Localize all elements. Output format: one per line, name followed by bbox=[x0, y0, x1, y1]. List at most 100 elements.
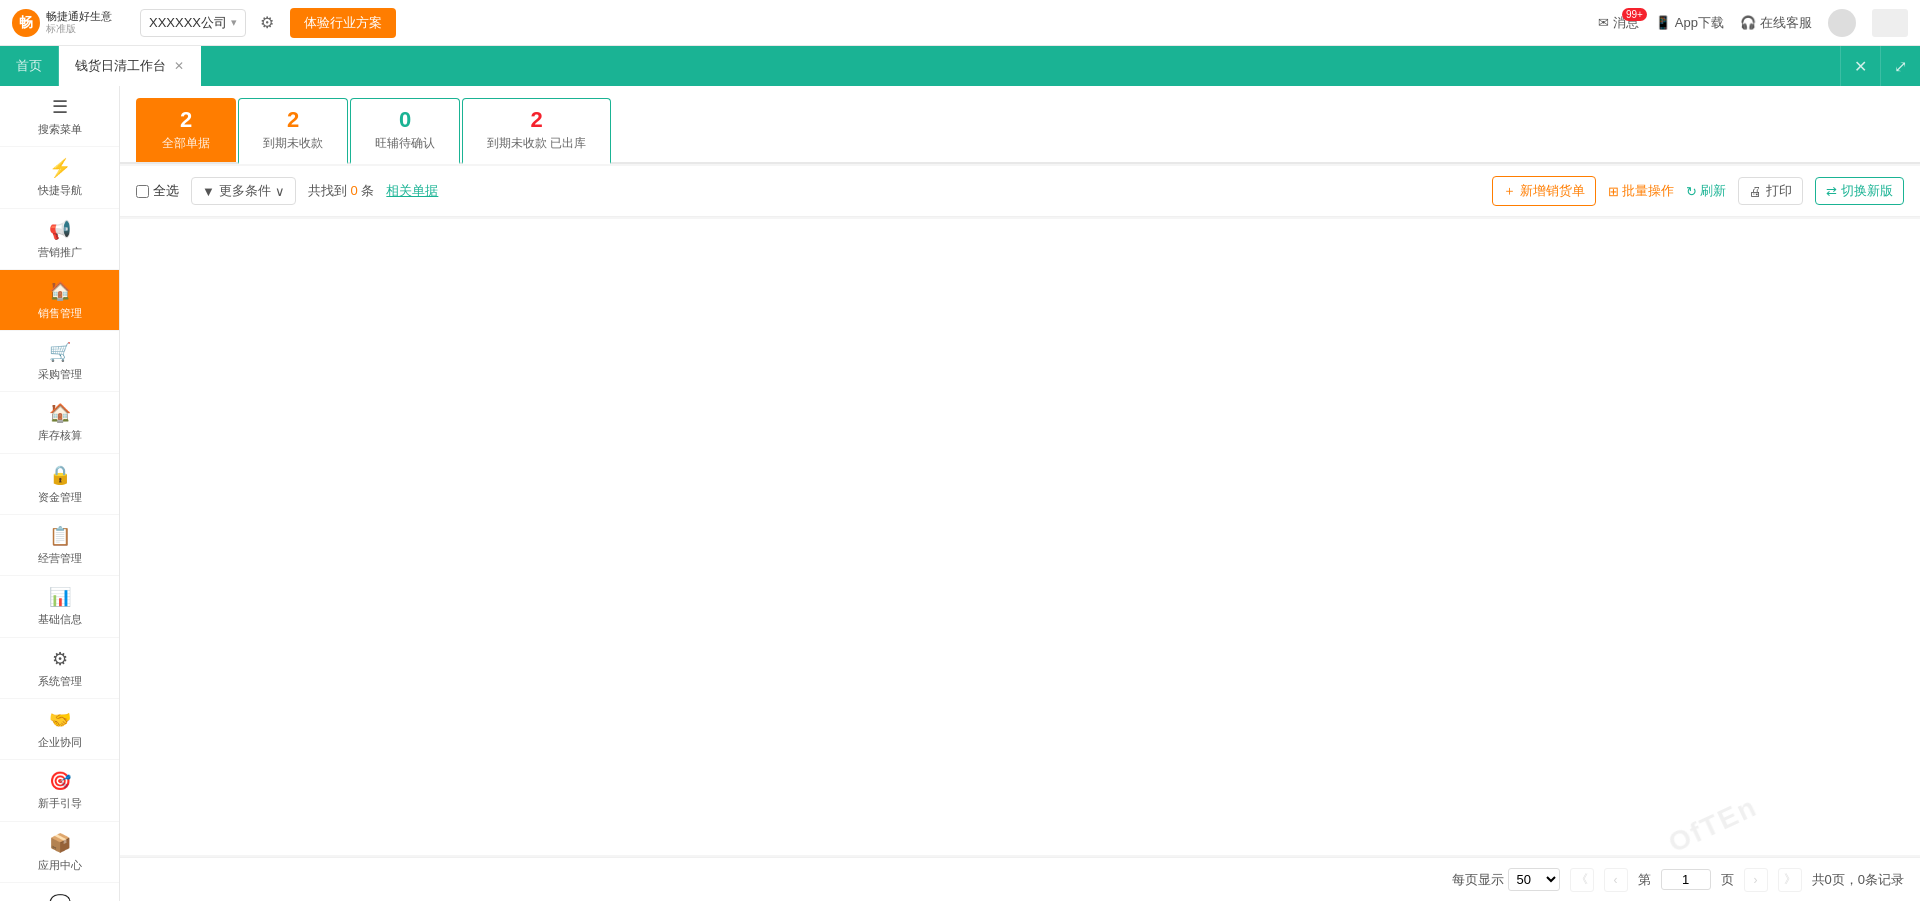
filter-label: 更多条件 bbox=[219, 182, 271, 200]
sidebar: ☰ 搜索菜单 ⚡ 快捷导航 📢 营销推广 🏠 销售管理 🛒 采购管理 🏠 库存核… bbox=[0, 86, 120, 901]
company-name: XXXXXX公司 bbox=[149, 14, 227, 32]
batch-label: 批量操作 bbox=[1622, 182, 1674, 200]
filter-icon: ▼ bbox=[202, 184, 215, 199]
download-icon: 📱 bbox=[1655, 15, 1671, 30]
stat-tab-all[interactable]: 2 全部单据 bbox=[136, 98, 236, 162]
tab-home[interactable]: 首页 bbox=[0, 46, 59, 86]
tab-home-label: 首页 bbox=[16, 57, 42, 75]
refresh-icon: ↻ bbox=[1686, 184, 1697, 199]
user-menu[interactable] bbox=[1872, 9, 1908, 37]
per-page-select[interactable]: 10 20 50 100 bbox=[1508, 868, 1560, 891]
tab-controls: ✕ ⤢ bbox=[1840, 46, 1920, 86]
app-download-label: App下载 bbox=[1675, 14, 1724, 32]
messages-button[interactable]: ✉ 消息 99+ bbox=[1598, 14, 1639, 32]
sidebar-item-operations[interactable]: 📋 经营管理 bbox=[0, 515, 119, 576]
stat-tab-wangpu[interactable]: 0 旺辅待确认 bbox=[350, 98, 460, 164]
sidebar-item-sales[interactable]: 🏠 销售管理 bbox=[0, 270, 119, 331]
inventory-icon: 🏠 bbox=[49, 402, 71, 424]
sidebar-item-enterprise[interactable]: 🤝 企业协同 bbox=[0, 699, 119, 760]
new-guide-icon: 🎯 bbox=[49, 770, 71, 792]
batch-operations-button[interactable]: ⊞ 批量操作 bbox=[1608, 182, 1674, 200]
select-all-input[interactable] bbox=[136, 185, 149, 198]
chevron-down-icon: ▾ bbox=[231, 16, 237, 29]
sidebar-item-new-guide[interactable]: 🎯 新手引导 bbox=[0, 760, 119, 821]
sidebar-item-finance[interactable]: 🔒 资金管理 bbox=[0, 454, 119, 515]
basic-info-icon: 📊 bbox=[49, 586, 71, 608]
experience-button[interactable]: 体验行业方案 bbox=[290, 8, 396, 38]
sidebar-item-inventory[interactable]: 🏠 库存核算 bbox=[0, 392, 119, 453]
stat-wangpu-count: 0 bbox=[399, 107, 411, 133]
table-area bbox=[120, 219, 1920, 855]
sidebar-app-center-label: 应用中心 bbox=[38, 858, 82, 872]
sidebar-sales-label: 销售管理 bbox=[38, 306, 82, 320]
online-service-button[interactable]: 🎧 在线客服 bbox=[1740, 14, 1812, 32]
filter-button[interactable]: ▼ 更多条件 ∨ bbox=[191, 177, 296, 205]
wechat-icon: 💬 bbox=[49, 893, 71, 901]
add-label: 新增销货单 bbox=[1520, 182, 1585, 200]
sidebar-purchase-label: 采购管理 bbox=[38, 367, 82, 381]
sidebar-item-system[interactable]: ⚙ 系统管理 bbox=[0, 638, 119, 699]
stat-shipped-count: 2 bbox=[531, 107, 543, 133]
toolbar: 全选 ▼ 更多条件 ∨ 共找到 0 条 相关单据 ＋ 新增销货单 bbox=[120, 166, 1920, 217]
stat-tab-overdue[interactable]: 2 到期未收款 bbox=[238, 98, 348, 164]
tab-close-window-icon[interactable]: ✕ bbox=[1840, 46, 1880, 86]
tab-expand-icon[interactable]: ⤢ bbox=[1880, 46, 1920, 86]
top-header: 畅 畅捷通好生意 标准版 XXXXXX公司 ▾ ⚙ 体验行业方案 ✉ 消息 99… bbox=[0, 0, 1920, 46]
sidebar-item-basic-info[interactable]: 📊 基础信息 bbox=[0, 576, 119, 637]
logo-text: 畅捷通好生意 标准版 bbox=[46, 10, 112, 35]
app-center-icon: 📦 bbox=[49, 832, 71, 854]
sidebar-marketing-label: 营销推广 bbox=[38, 245, 82, 259]
first-page-button[interactable]: 《 bbox=[1570, 868, 1594, 892]
toolbar-left: 全选 ▼ 更多条件 ∨ 共找到 0 条 相关单据 bbox=[136, 177, 1480, 205]
related-docs-link[interactable]: 相关单据 bbox=[386, 182, 438, 200]
pagination-bar: 每页显示 10 20 50 100 《 ‹ 第 页 › 》 共0页，0条记录 bbox=[120, 857, 1920, 901]
sidebar-item-marketing[interactable]: 📢 营销推广 bbox=[0, 209, 119, 270]
search-menu-icon: ☰ bbox=[52, 96, 68, 118]
finance-icon: 🔒 bbox=[49, 464, 71, 486]
sidebar-item-app-center[interactable]: 📦 应用中心 bbox=[0, 822, 119, 883]
company-selector[interactable]: XXXXXX公司 ▾ bbox=[140, 9, 246, 37]
online-service-label: 在线客服 bbox=[1760, 14, 1812, 32]
stat-shipped-label: 到期未收款 已出库 bbox=[487, 135, 586, 152]
page-number-input[interactable] bbox=[1661, 869, 1711, 890]
sidebar-item-wechat[interactable]: 💬 企业微信 bbox=[0, 883, 119, 901]
stats-tabs: 2 全部单据 2 到期未收款 0 旺辅待确认 2 到期未收款 已出库 bbox=[120, 86, 1920, 164]
refresh-button[interactable]: ↻ 刷新 bbox=[1686, 182, 1726, 200]
purchase-icon: 🛒 bbox=[49, 341, 71, 363]
found-unit: 条 bbox=[361, 183, 374, 198]
quick-nav-icon: ⚡ bbox=[49, 157, 71, 179]
app-download-button[interactable]: 📱 App下载 bbox=[1655, 14, 1724, 32]
avatar[interactable] bbox=[1828, 9, 1856, 37]
settings-icon[interactable]: ⚙ bbox=[252, 8, 282, 38]
print-button[interactable]: 🖨 打印 bbox=[1738, 177, 1803, 205]
sidebar-item-purchase[interactable]: 🛒 采购管理 bbox=[0, 331, 119, 392]
sidebar-item-search[interactable]: ☰ 搜索菜单 bbox=[0, 86, 119, 147]
sidebar-new-guide-label: 新手引导 bbox=[38, 796, 82, 810]
message-icon: ✉ bbox=[1598, 15, 1609, 30]
switch-label: 切换新版 bbox=[1841, 182, 1893, 200]
tab-close-icon[interactable]: ✕ bbox=[174, 59, 184, 73]
add-sales-order-button[interactable]: ＋ 新增销货单 bbox=[1492, 176, 1596, 206]
switch-icon: ⇄ bbox=[1826, 184, 1837, 199]
system-icon: ⚙ bbox=[52, 648, 68, 670]
batch-icon: ⊞ bbox=[1608, 184, 1619, 199]
last-page-button[interactable]: 》 bbox=[1778, 868, 1802, 892]
service-icon: 🎧 bbox=[1740, 15, 1756, 30]
stat-tab-shipped[interactable]: 2 到期未收款 已出库 bbox=[462, 98, 611, 164]
total-label: 共0页，0条记录 bbox=[1812, 871, 1904, 889]
header-right: ✉ 消息 99+ 📱 App下载 🎧 在线客服 bbox=[1598, 9, 1908, 37]
found-prefix: 共找到 bbox=[308, 183, 347, 198]
add-icon: ＋ bbox=[1503, 182, 1516, 200]
next-page-button[interactable]: › bbox=[1744, 868, 1768, 892]
sidebar-finance-label: 资金管理 bbox=[38, 490, 82, 504]
tab-workbench[interactable]: 钱货日清工作台 ✕ bbox=[59, 46, 201, 86]
sidebar-search-label: 搜索菜单 bbox=[38, 122, 82, 136]
select-all-checkbox[interactable]: 全选 bbox=[136, 182, 179, 200]
sidebar-item-quick-nav[interactable]: ⚡ 快捷导航 bbox=[0, 147, 119, 208]
print-icon: 🖨 bbox=[1749, 184, 1762, 199]
switch-version-button[interactable]: ⇄ 切换新版 bbox=[1815, 177, 1904, 205]
stat-all-count: 2 bbox=[180, 107, 192, 133]
prev-page-button[interactable]: ‹ bbox=[1604, 868, 1628, 892]
sales-icon: 🏠 bbox=[49, 280, 71, 302]
main-layout: ☰ 搜索菜单 ⚡ 快捷导航 📢 营销推广 🏠 销售管理 🛒 采购管理 🏠 库存核… bbox=[0, 86, 1920, 901]
